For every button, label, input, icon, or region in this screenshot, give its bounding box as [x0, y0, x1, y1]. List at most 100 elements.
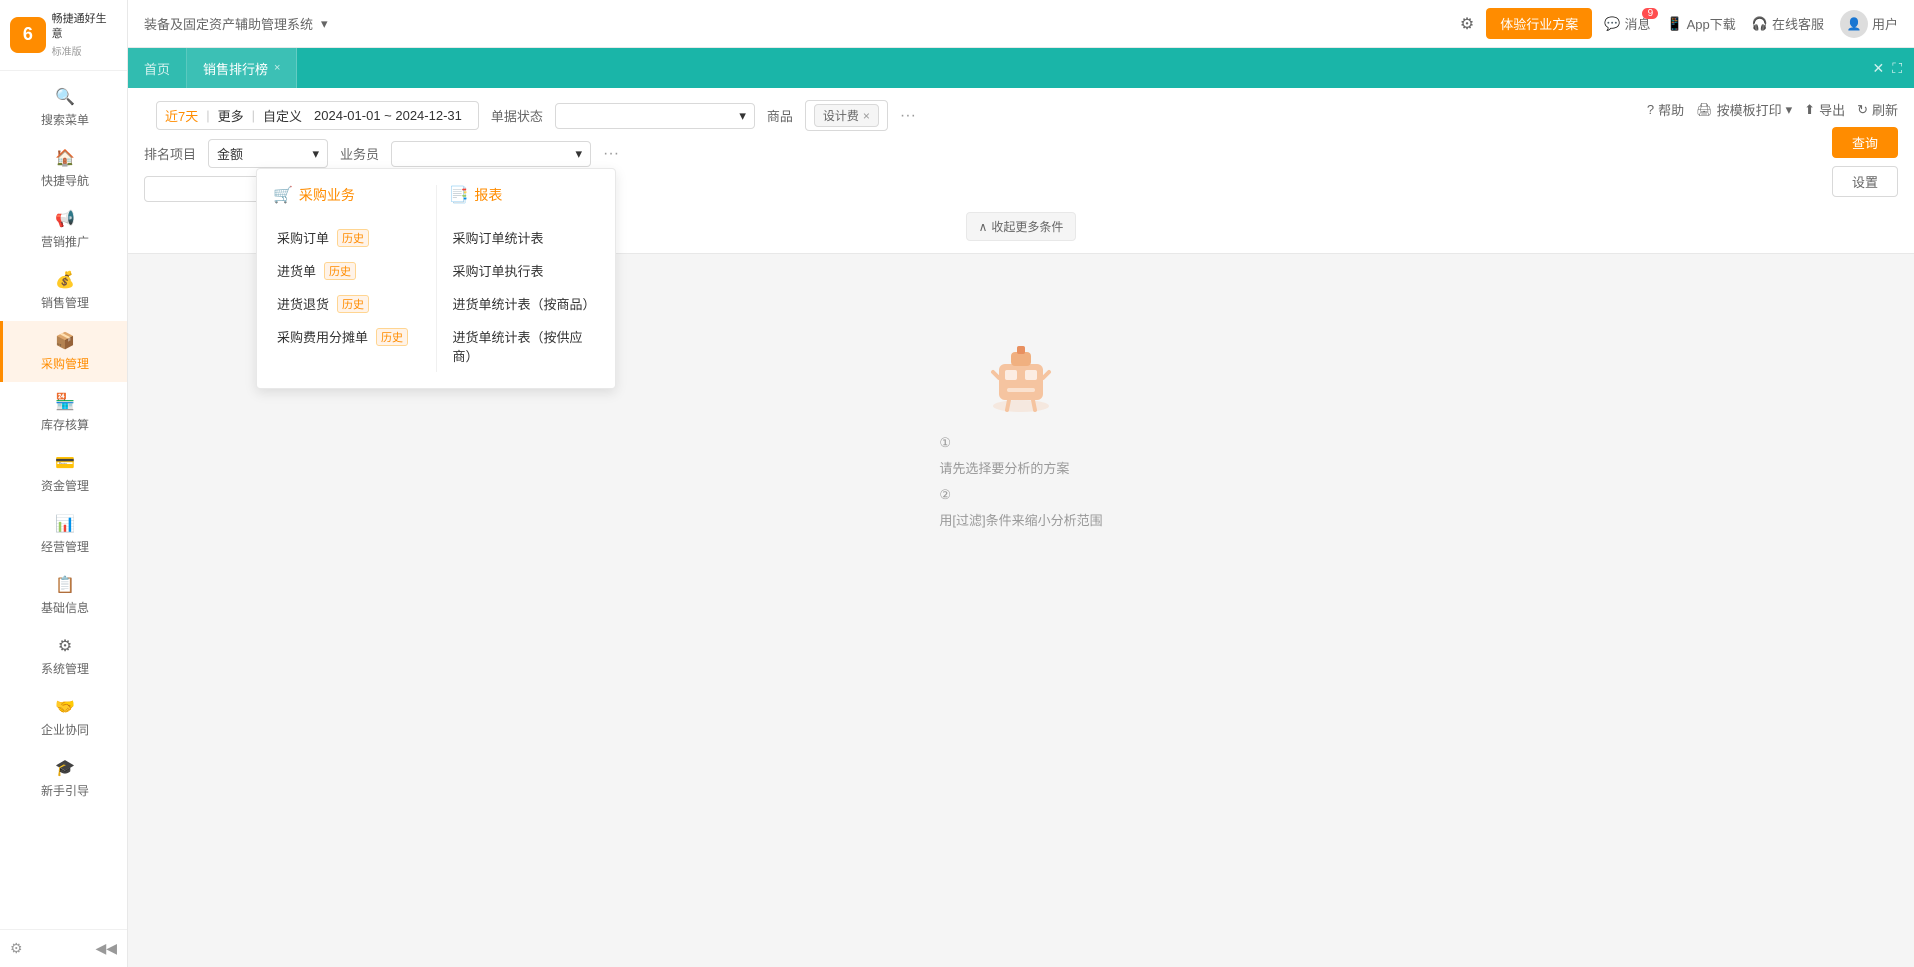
- purchase-nav-label: 采购管理: [41, 355, 89, 372]
- menu-item-order-exec[interactable]: 采购订单执行表: [449, 254, 600, 287]
- tab-expand-icon[interactable]: ⛶: [1892, 60, 1902, 77]
- app-download-label: App下载: [1687, 14, 1736, 33]
- newbie-nav-label: 新手引导: [41, 782, 89, 799]
- purchase-dropdown-menu: 🛒 采购业务 采购订单 历史 进货单 历史: [256, 168, 616, 389]
- enterprise-nav-icon: 🤝: [55, 697, 75, 717]
- finance-nav-label: 资金管理: [41, 477, 89, 494]
- headset-icon: 🎧: [1752, 16, 1768, 32]
- sidebar-item-quicknav[interactable]: 🏠 快捷导航: [0, 138, 127, 199]
- sidebar-item-finance[interactable]: 💳 资金管理: [0, 443, 127, 504]
- sidebar-item-search[interactable]: 🔍搜索菜单: [0, 77, 127, 138]
- purchase-order-badge: 历史: [337, 229, 369, 247]
- purchase-col-title: 🛒 采购业务: [273, 185, 424, 209]
- purchase-col: 🛒 采购业务 采购订单 历史 进货单 历史: [273, 185, 424, 372]
- newbie-nav-icon: 🎓: [55, 758, 75, 778]
- quicknav-nav-label: 快捷导航: [41, 172, 89, 189]
- sidebar-item-purchase[interactable]: 📦 采购管理: [0, 321, 127, 382]
- rank-label: 排名项目: [144, 144, 196, 163]
- tab-close-all-icon[interactable]: ✕: [1872, 60, 1884, 77]
- marketing-nav-label: 营销推广: [41, 233, 89, 250]
- operation-nav-icon: 📊: [55, 514, 75, 534]
- marketing-nav-icon: 📢: [55, 209, 75, 229]
- inventory-nav-icon: 🏪: [55, 392, 75, 412]
- system-nav-icon: ⚙: [58, 636, 72, 656]
- tab-home[interactable]: 首页: [128, 48, 187, 88]
- user-avatar-item[interactable]: 👤 用户: [1840, 10, 1898, 38]
- sidebar-item-operation[interactable]: 📊 经营管理: [0, 504, 127, 565]
- menu-item-inbound-by-supplier[interactable]: 进货单统计表（按供应商）: [449, 320, 600, 372]
- menu-item-purchase-order[interactable]: 采购订单 历史: [273, 221, 424, 254]
- expense-badge: 历史: [376, 328, 408, 346]
- dropdown-divider: [436, 185, 437, 372]
- expense-label: 采购费用分摊单: [277, 327, 368, 346]
- menu-item-expense[interactable]: 采购费用分摊单 历史: [273, 320, 424, 353]
- tab-sales-rank[interactable]: 销售排行榜 ×: [187, 48, 297, 88]
- sidebar-item-marketing[interactable]: 📢 营销推广: [0, 199, 127, 260]
- sidebar-bottom: ⚙ ◀◀: [0, 929, 127, 967]
- operation-nav-label: 经营管理: [41, 538, 89, 555]
- tab-home-label: 首页: [144, 59, 170, 78]
- app-logo: 6 畅捷通好生意 标准版: [0, 0, 127, 71]
- date-last7[interactable]: 近7天: [165, 106, 198, 125]
- menu-item-return[interactable]: 进货退货 历史: [273, 287, 424, 320]
- collapse-sidebar-icon[interactable]: ◀◀: [95, 940, 117, 957]
- app-download-item[interactable]: 📱 App下载: [1666, 14, 1735, 33]
- inbound-label: 进货单: [277, 261, 316, 280]
- online-service-item[interactable]: 🎧 在线客服: [1752, 14, 1824, 33]
- main-area: 装备及固定资产辅助管理系统 ▾ ⚙ 体验行业方案 💬 消息 9 📱 App下载 …: [128, 0, 1914, 967]
- messages-badge: 9: [1642, 8, 1658, 19]
- messages-icon-item[interactable]: 💬 消息 9: [1604, 14, 1650, 33]
- purchase-col-icon: 🛒: [273, 185, 293, 205]
- tab-sales-rank-label: 销售排行榜: [203, 59, 268, 78]
- sales-nav-icon: 💰: [55, 270, 75, 290]
- settings-bottom-icon[interactable]: ⚙: [10, 940, 23, 957]
- logo-text-block: 畅捷通好生意 标准版: [52, 12, 117, 58]
- logo-text: 畅捷通好生意: [52, 12, 117, 43]
- avatar: 👤: [1840, 10, 1868, 38]
- topbar-title: 装备及固定资产辅助管理系统 ▾: [144, 14, 1448, 33]
- topbar-icons-group: 💬 消息 9 📱 App下载 🎧 在线客服 👤 用户: [1604, 10, 1898, 38]
- purchase-col-label: 采购业务: [299, 185, 355, 205]
- industry-solution-button[interactable]: 体验行业方案: [1486, 8, 1592, 39]
- enterprise-nav-label: 企业协同: [41, 721, 89, 738]
- inventory-nav-label: 库存核算: [41, 416, 89, 433]
- sidebar-item-inventory[interactable]: 🏪 库存核算: [0, 382, 127, 443]
- rank-value: 金额: [217, 144, 243, 163]
- return-badge: 历史: [337, 295, 369, 313]
- report-col-icon: 📑: [449, 185, 469, 205]
- menu-item-inbound-by-goods[interactable]: 进货单统计表（按商品）: [449, 287, 600, 320]
- user-name-label: 用户: [1872, 14, 1898, 33]
- online-service-label: 在线客服: [1772, 14, 1824, 33]
- tabbar: 首页 销售排行榜 × ✕ ⛶: [128, 48, 1914, 88]
- topbar: 装备及固定资产辅助管理系统 ▾ ⚙ 体验行业方案 💬 消息 9 📱 App下载 …: [128, 0, 1914, 48]
- purchase-order-label: 采购订单: [277, 228, 329, 247]
- sidebar-item-newbie[interactable]: 🎓 新手引导: [0, 748, 127, 809]
- sidebar-item-sales[interactable]: 💰 销售管理: [0, 260, 127, 321]
- date-more[interactable]: 更多: [218, 106, 244, 125]
- dropdown-columns: 🛒 采购业务 采购订单 历史 进货单 历史: [273, 185, 599, 372]
- sidebar-item-system[interactable]: ⚙ 系统管理: [0, 626, 127, 687]
- logo-icon: 6: [10, 17, 46, 53]
- topbar-gear-icon[interactable]: ⚙: [1460, 14, 1474, 34]
- logo-badge: 标准版: [52, 43, 117, 58]
- tab-end-controls: ✕ ⛶: [1860, 48, 1914, 88]
- system-nav-label: 系统管理: [41, 660, 89, 677]
- report-col-label: 报表: [474, 185, 502, 205]
- tab-close-icon[interactable]: ×: [274, 62, 280, 74]
- quicknav-nav-icon: 🏠: [55, 148, 75, 168]
- sidebar-item-basic[interactable]: 📋基础信息: [0, 565, 127, 626]
- message-icon: 💬: [1604, 16, 1620, 32]
- topbar-chevron-icon[interactable]: ▾: [321, 16, 328, 32]
- sidebar-item-enterprise[interactable]: 🤝 企业协同: [0, 687, 127, 748]
- inbound-badge: 历史: [324, 262, 356, 280]
- sales-nav-label: 销售管理: [41, 294, 89, 311]
- purchase-nav-icon: 📦: [55, 331, 75, 351]
- finance-nav-icon: 💳: [55, 453, 75, 473]
- menu-item-inbound[interactable]: 进货单 历史: [273, 254, 424, 287]
- content-area: 近7天 | 更多 | 自定义 2024-01-01 ~ 2024-12-31 单…: [128, 88, 1914, 967]
- phone-icon: 📱: [1666, 16, 1682, 32]
- return-label: 进货退货: [277, 294, 329, 313]
- menu-item-order-stat[interactable]: 采购订单统计表: [449, 221, 600, 254]
- dropdown-overlay: 🛒 采购业务 采购订单 历史 进货单 历史: [256, 88, 1914, 967]
- basic-nav-icon: 📋: [55, 575, 75, 595]
